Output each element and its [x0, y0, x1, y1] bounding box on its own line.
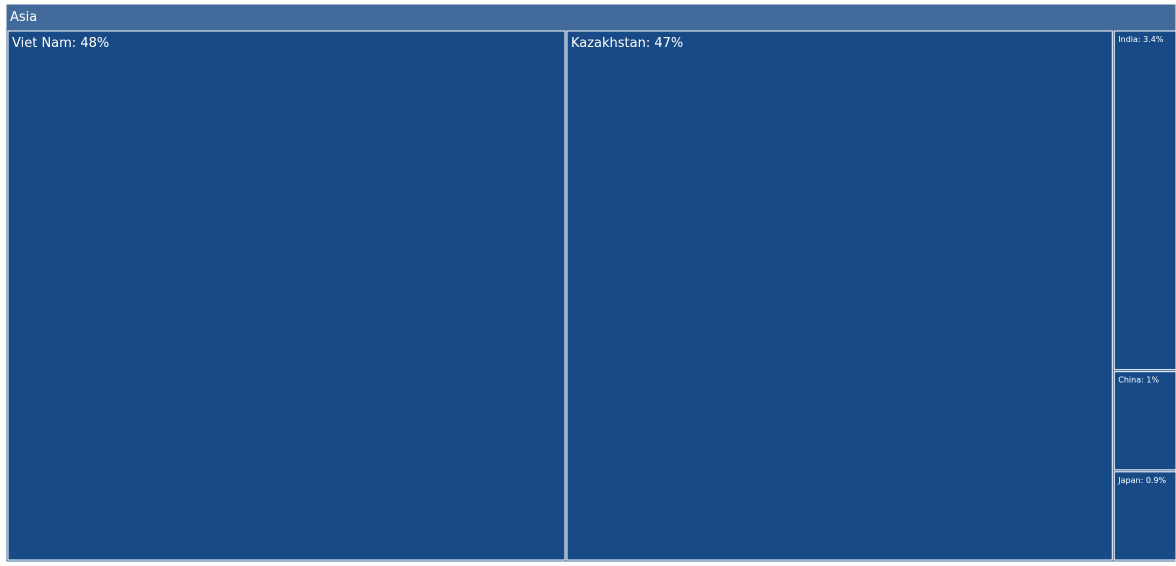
root-label: Asia — [10, 10, 37, 25]
treemap-label-india: India: 3.4% — [1118, 35, 1164, 44]
treemap-tile-viet-nam[interactable] — [7, 30, 566, 561]
treemap-svg: Asia Viet Nam: 48% Kazakhstan: 47% India: … — [0, 0, 1176, 563]
treemap-label-japan: Japan: 0.9% — [1117, 476, 1166, 485]
treemap-tile-kazakhstan[interactable] — [566, 30, 1113, 561]
treemap-label-kazakhstan: Kazakhstan: 47% — [571, 36, 683, 51]
treemap-tile-japan[interactable] — [1113, 471, 1176, 561]
treemap-leaves: Viet Nam: 48% Kazakhstan: 47% India: 3.4% C… — [7, 30, 1176, 561]
treemap-tile-china[interactable] — [1113, 371, 1176, 471]
treemap-tile-india[interactable] — [1113, 30, 1176, 371]
treemap-chart: Asia Viet Nam: 48% Kazakhstan: 47% India: … — [0, 0, 1176, 563]
treemap-label-china: China: 1% — [1118, 376, 1159, 385]
treemap-label-viet-nam: Viet Nam: 48% — [12, 36, 109, 51]
